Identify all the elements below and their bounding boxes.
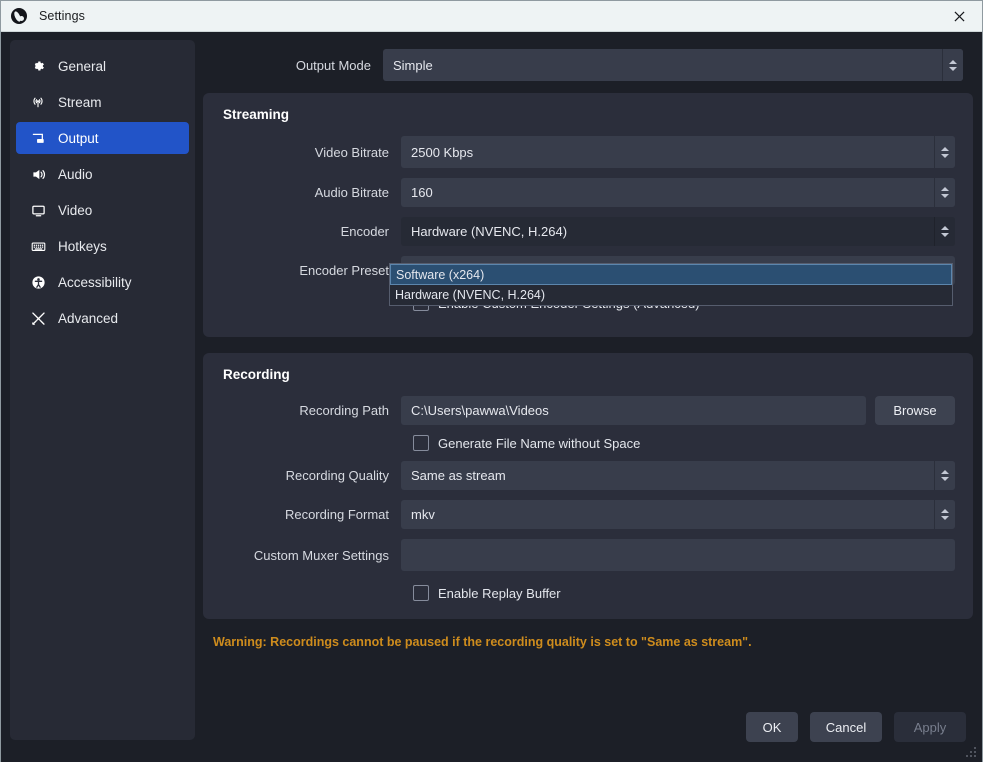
sidebar-item-audio[interactable]: Audio	[16, 158, 189, 190]
monitor-icon	[28, 200, 48, 220]
encoder-dropdown-popup[interactable]: Software (x264) Hardware (NVENC, H.264)	[389, 263, 953, 306]
resize-grip[interactable]	[966, 747, 978, 759]
ok-button[interactable]: OK	[746, 712, 798, 742]
accessibility-icon	[28, 272, 48, 292]
speaker-icon	[28, 164, 48, 184]
close-icon[interactable]	[936, 1, 982, 31]
cancel-button[interactable]: Cancel	[810, 712, 882, 742]
streaming-group-title: Streaming	[223, 107, 290, 122]
keyboard-icon	[28, 236, 48, 256]
output-mode-spinner[interactable]	[942, 49, 963, 81]
custom-muxer-value	[401, 539, 955, 571]
recording-path-label: Recording Path	[299, 403, 389, 418]
audio-bitrate-label: Audio Bitrate	[314, 185, 389, 200]
tools-icon	[28, 308, 48, 328]
dialog-body: General Stream Output Audio Video Hotkey…	[1, 32, 982, 762]
broadcast-icon	[28, 92, 48, 112]
recording-path-input[interactable]: C:\Users\pawwa\Videos	[401, 396, 866, 425]
recording-format-row: Recording Format mkv	[221, 500, 955, 529]
output-mode-row: Output Mode Simple	[203, 49, 973, 81]
output-screen-icon	[28, 128, 48, 148]
recording-format-label: Recording Format	[284, 507, 389, 522]
dialog-footer: OK Cancel Apply	[1, 700, 982, 762]
no-space-row: Generate File Name without Space	[221, 435, 955, 451]
sidebar-item-output[interactable]: Output	[16, 122, 189, 154]
window-title: Settings	[39, 9, 85, 23]
recording-format-value: mkv	[401, 500, 955, 529]
sidebar-item-label: Audio	[58, 166, 93, 182]
replay-buffer-checkbox[interactable]	[413, 585, 429, 601]
recording-path-row: Recording Path C:\Users\pawwa\Videos Bro…	[221, 396, 955, 425]
sidebar-item-label: Accessibility	[58, 274, 132, 290]
video-bitrate-row: Video Bitrate 2500 Kbps	[221, 136, 955, 168]
apply-button[interactable]: Apply	[894, 712, 966, 742]
encoder-option-hardware[interactable]: Hardware (NVENC, H.264)	[390, 285, 952, 305]
recording-quality-spinner[interactable]	[934, 461, 955, 490]
sidebar-item-advanced[interactable]: Advanced	[16, 302, 189, 334]
custom-muxer-row: Custom Muxer Settings	[221, 539, 955, 571]
custom-muxer-input[interactable]	[401, 539, 955, 571]
recording-path-value: C:\Users\pawwa\Videos	[401, 396, 866, 425]
sidebar-item-label: Output	[58, 130, 99, 146]
browse-button[interactable]: Browse	[875, 396, 955, 425]
video-bitrate-value: 2500 Kbps	[401, 136, 955, 168]
encoder-value: Hardware (NVENC, H.264)	[401, 217, 955, 246]
settings-window-root: Settings General Stream Output Audio Vid…	[0, 0, 983, 762]
recording-quality-value: Same as stream	[401, 461, 955, 490]
sidebar-item-label: Advanced	[58, 310, 119, 326]
sidebar-item-video[interactable]: Video	[16, 194, 189, 226]
encoder-label: Encoder	[340, 224, 389, 239]
audio-bitrate-value: 160	[401, 178, 955, 207]
video-bitrate-spinner[interactable]	[934, 136, 955, 168]
sidebar-item-label: Stream	[58, 94, 102, 110]
settings-dialog: Settings General Stream Output Audio Vid…	[0, 0, 983, 762]
recording-group-title: Recording	[223, 367, 290, 382]
custom-muxer-label: Custom Muxer Settings	[253, 547, 389, 563]
sidebar-item-label: Hotkeys	[58, 238, 107, 254]
no-space-checkbox[interactable]	[413, 435, 429, 451]
encoder-preset-label: Encoder Preset	[299, 263, 389, 278]
recording-group: Recording Recording Path C:\Users\pawwa\…	[203, 353, 973, 619]
audio-bitrate-spinner[interactable]	[934, 178, 955, 207]
settings-main-panel: Output Mode Simple Streaming Video Bitra…	[203, 40, 973, 730]
gear-icon	[28, 56, 48, 76]
dialog-button-bar: OK Cancel Apply	[746, 712, 966, 742]
sidebar-item-label: General	[58, 58, 107, 74]
output-mode-label: Output Mode	[295, 57, 371, 73]
title-bar: Settings	[1, 1, 982, 32]
recording-format-spinner[interactable]	[934, 500, 955, 529]
sidebar-item-accessibility[interactable]: Accessibility	[16, 266, 189, 298]
video-bitrate-spinbox[interactable]: 2500 Kbps	[401, 136, 955, 168]
encoder-option-software[interactable]: Software (x264)	[390, 264, 952, 285]
replay-buffer-label: Enable Replay Buffer	[438, 585, 561, 601]
encoder-select[interactable]: Hardware (NVENC, H.264)	[401, 217, 955, 246]
recording-quality-row: Recording Quality Same as stream	[221, 461, 955, 490]
replay-buffer-row: Enable Replay Buffer	[221, 585, 955, 601]
settings-sidebar: General Stream Output Audio Video Hotkey…	[10, 40, 195, 740]
no-space-label: Generate File Name without Space	[438, 435, 641, 451]
obs-logo-icon	[11, 8, 27, 24]
video-bitrate-label: Video Bitrate	[314, 144, 389, 160]
sidebar-item-hotkeys[interactable]: Hotkeys	[16, 230, 189, 262]
encoder-spinner[interactable]	[934, 217, 955, 246]
output-mode-select[interactable]: Simple	[383, 49, 963, 81]
sidebar-item-general[interactable]: General	[16, 50, 189, 82]
output-mode-value: Simple	[383, 49, 963, 81]
recording-warning-text: Warning: Recordings cannot be paused if …	[213, 635, 752, 649]
sidebar-item-label: Video	[58, 202, 93, 218]
sidebar-item-stream[interactable]: Stream	[16, 86, 189, 118]
audio-bitrate-row: Audio Bitrate 160	[221, 178, 955, 207]
recording-format-select[interactable]: mkv	[401, 500, 955, 529]
encoder-row: Encoder Hardware (NVENC, H.264)	[221, 217, 955, 246]
audio-bitrate-select[interactable]: 160	[401, 178, 955, 207]
recording-quality-label: Recording Quality	[285, 468, 389, 483]
recording-quality-select[interactable]: Same as stream	[401, 461, 955, 490]
